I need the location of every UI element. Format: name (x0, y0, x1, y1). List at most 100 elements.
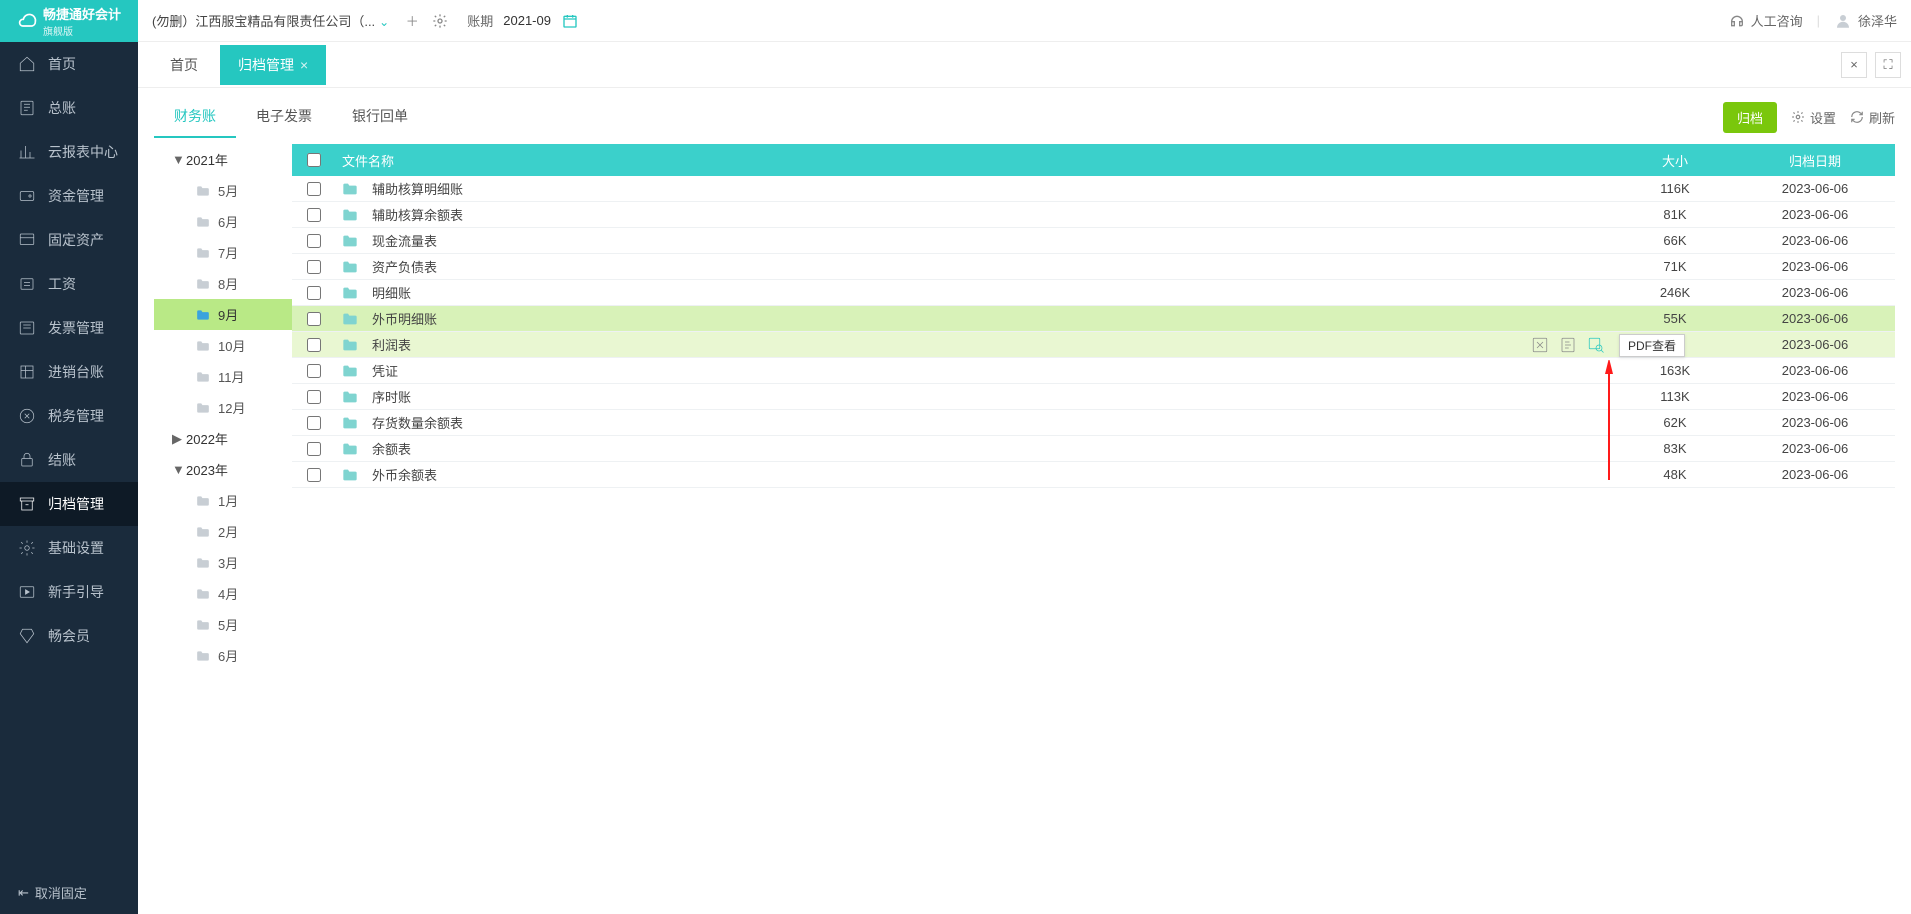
sidebar-item-invoice[interactable]: 发票管理 (0, 306, 138, 350)
avatar-icon (1834, 12, 1852, 30)
row-checkbox[interactable] (307, 312, 321, 326)
table-row[interactable]: 余额表83K2023-06-06 (292, 436, 1895, 462)
pdf-view-icon[interactable] (1587, 336, 1605, 354)
tree-month[interactable]: 5月 (154, 609, 292, 640)
add-button[interactable]: ＋ (403, 12, 421, 30)
row-checkbox[interactable] (307, 260, 321, 274)
close-all-button[interactable]: × (1841, 52, 1867, 78)
sidebar-item-settings[interactable]: 基础设置 (0, 526, 138, 570)
subtab-finance[interactable]: 财务账 (154, 96, 236, 138)
row-checkbox[interactable] (307, 468, 321, 482)
folder-icon (342, 182, 358, 196)
tree-month[interactable]: 8月 (154, 268, 292, 299)
subtab-bankslip[interactable]: 银行回单 (332, 96, 428, 138)
row-checkbox[interactable] (307, 286, 321, 300)
tree-month[interactable]: 9月 (154, 299, 292, 330)
sidebar-item-reports[interactable]: 云报表中心 (0, 130, 138, 174)
table-row[interactable]: 外币明细账55K2023-06-06 (292, 306, 1895, 332)
table-row[interactable]: 序时账113K2023-06-06 (292, 384, 1895, 410)
sidebar-item-ledger[interactable]: 总账 (0, 86, 138, 130)
file-name: 辅助核算余额表 (372, 205, 463, 224)
excel-icon[interactable] (1531, 336, 1549, 354)
close-icon[interactable]: × (300, 57, 308, 73)
file-table: 文件名称 大小 归档日期 辅助核算明细账116K2023-06-06辅助核算余额… (292, 144, 1895, 898)
sidebar-item-tax[interactable]: 税务管理 (0, 394, 138, 438)
sidebar-item-guide[interactable]: 新手引导 (0, 570, 138, 614)
pdf-icon[interactable] (1559, 336, 1577, 354)
table-row[interactable]: 辅助核算余额表81K2023-06-06 (292, 202, 1895, 228)
sidebar-item-funds[interactable]: 资金管理 (0, 174, 138, 218)
company-selector[interactable]: (勿删）江西服宝精品有限责任公司（...⌄ (152, 11, 393, 30)
tree-month[interactable]: 6月 (154, 206, 292, 237)
tax-icon (18, 407, 36, 425)
file-date: 2023-06-06 (1735, 181, 1895, 196)
user-menu[interactable]: 徐泽华 (1834, 11, 1897, 30)
tree-year[interactable]: ▼2023年 (154, 454, 292, 485)
consult-link[interactable]: 人工咨询 (1729, 11, 1803, 30)
sidebar-unpin[interactable]: ⇤ 取消固定 (0, 871, 138, 914)
table-row[interactable]: 存货数量余额表62K2023-06-06 (292, 410, 1895, 436)
folder-icon (342, 234, 358, 248)
ledger-icon (18, 99, 36, 117)
table-row[interactable]: 明细账246K2023-06-06 (292, 280, 1895, 306)
row-checkbox[interactable] (307, 208, 321, 222)
settings-icon-btn[interactable] (431, 12, 449, 30)
sidebar-item-home[interactable]: 首页 (0, 42, 138, 86)
calendar-icon[interactable] (561, 12, 579, 30)
file-name: 外币明细账 (372, 309, 437, 328)
tree-month[interactable]: 10月 (154, 330, 292, 361)
tab-home[interactable]: 首页 (152, 45, 216, 85)
folder-icon (342, 468, 358, 482)
sidebar-item-salary[interactable]: 工资 (0, 262, 138, 306)
row-checkbox[interactable] (307, 182, 321, 196)
row-checkbox[interactable] (307, 390, 321, 404)
collapse-icon: ⇤ (18, 885, 29, 901)
file-date: 2023-06-06 (1735, 285, 1895, 300)
sidebar-item-close[interactable]: 结账 (0, 438, 138, 482)
nav: 首页 总账 云报表中心 资金管理 固定资产 工资 发票管理 进销台账 税务管理 … (0, 42, 138, 871)
row-checkbox[interactable] (307, 338, 321, 352)
select-all-checkbox[interactable] (307, 153, 321, 167)
tree-month[interactable]: 1月 (154, 485, 292, 516)
sidebar-footer-label: 取消固定 (35, 883, 87, 902)
table-row[interactable]: 资产负债表71K2023-06-06 (292, 254, 1895, 280)
file-size: 246K (1615, 285, 1735, 300)
folder-icon (196, 185, 210, 197)
sidebar-item-assets[interactable]: 固定资产 (0, 218, 138, 262)
tree-year[interactable]: ▶2022年 (154, 423, 292, 454)
sidebar-item-label: 工资 (48, 274, 76, 294)
tree-month[interactable]: 5月 (154, 175, 292, 206)
fullscreen-button[interactable]: ⛶ (1875, 52, 1901, 78)
tree-year[interactable]: ▼2021年 (154, 144, 292, 175)
sidebar-item-label: 结账 (48, 450, 76, 470)
row-checkbox[interactable] (307, 442, 321, 456)
table-row[interactable]: 利润表PDF查看2K2023-06-06 (292, 332, 1895, 358)
tree-month[interactable]: 7月 (154, 237, 292, 268)
sidebar-item-inventory[interactable]: 进销台账 (0, 350, 138, 394)
tree-month[interactable]: 11月 (154, 361, 292, 392)
table-row[interactable]: 凭证163K2023-06-06 (292, 358, 1895, 384)
subtab-einvoice[interactable]: 电子发票 (236, 96, 332, 138)
folder-icon (342, 390, 358, 404)
table-row[interactable]: 现金流量表66K2023-06-06 (292, 228, 1895, 254)
refresh-link[interactable]: 刷新 (1850, 108, 1895, 127)
folder-icon (196, 495, 210, 507)
asset-icon (18, 231, 36, 249)
tree-month[interactable]: 2月 (154, 516, 292, 547)
tree-month[interactable]: 3月 (154, 547, 292, 578)
row-checkbox[interactable] (307, 234, 321, 248)
folder-icon (196, 371, 210, 383)
period-value[interactable]: 2021-09 (503, 13, 551, 28)
settings-link[interactable]: 设置 (1791, 108, 1836, 127)
row-checkbox[interactable] (307, 416, 321, 430)
tree-month[interactable]: 4月 (154, 578, 292, 609)
sidebar-item-member[interactable]: 畅会员 (0, 614, 138, 658)
table-row[interactable]: 外币余额表48K2023-06-06 (292, 462, 1895, 488)
tree-month[interactable]: 6月 (154, 640, 292, 671)
archive-button[interactable]: 归档 (1723, 102, 1777, 133)
tree-month[interactable]: 12月 (154, 392, 292, 423)
tab-archive[interactable]: 归档管理× (220, 45, 326, 85)
table-row[interactable]: 辅助核算明细账116K2023-06-06 (292, 176, 1895, 202)
row-checkbox[interactable] (307, 364, 321, 378)
sidebar-item-archive[interactable]: 归档管理 (0, 482, 138, 526)
